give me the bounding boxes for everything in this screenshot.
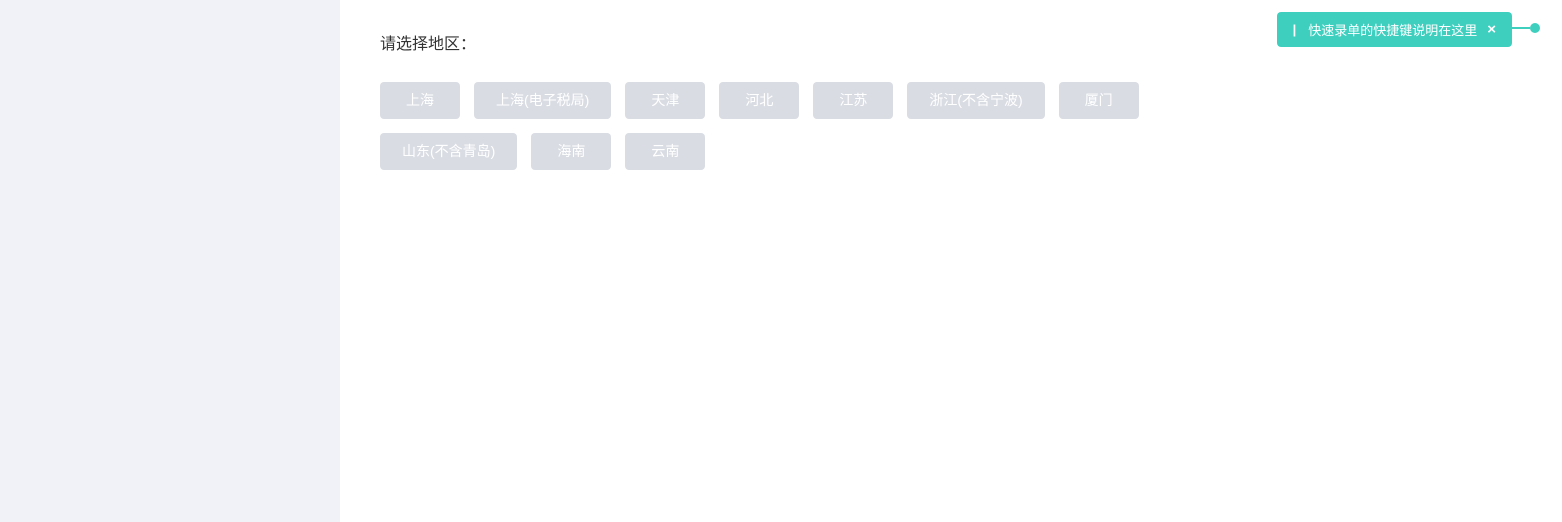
region-button-hainan[interactable]: 海南	[531, 133, 611, 170]
tooltip-connector-line	[1510, 27, 1530, 29]
region-row-1: 上海上海(电子税局) 天津河北江苏浙江(不含宁波) 厦门	[380, 82, 1522, 119]
region-button-shandong[interactable]: 山东(不含青岛)	[380, 133, 517, 170]
region-button-zhejiang[interactable]: 浙江(不含宁波)	[907, 82, 1044, 119]
region-button-xiamen[interactable]: 厦门	[1059, 82, 1139, 119]
region-button-shanghai[interactable]: 上海	[380, 82, 460, 119]
region-row-2: 山东(不含青岛) 海南云南	[380, 133, 1522, 170]
tooltip-close-button[interactable]: ×	[1487, 21, 1496, 38]
region-button-shanghai-etax[interactable]: 上海(电子税局)	[474, 82, 611, 119]
main-content: 请选择地区： 上海上海(电子税局)天津河北江苏浙江(不含宁波)厦门 山东(不含青…	[340, 0, 1562, 522]
region-button-hebei[interactable]: 河北	[719, 82, 799, 119]
region-button-jiangsu[interactable]: 江苏	[813, 82, 893, 119]
region-button-tianjin[interactable]: 天津	[625, 82, 705, 119]
tooltip-connector-dot	[1530, 23, 1540, 33]
region-button-yunnan[interactable]: 云南	[625, 133, 705, 170]
left-sidebar	[0, 0, 340, 522]
tooltip-banner: 快速录单的快捷键说明在这里 ×	[1277, 12, 1512, 47]
tooltip-text: 快速录单的快捷键说明在这里	[1308, 20, 1477, 39]
